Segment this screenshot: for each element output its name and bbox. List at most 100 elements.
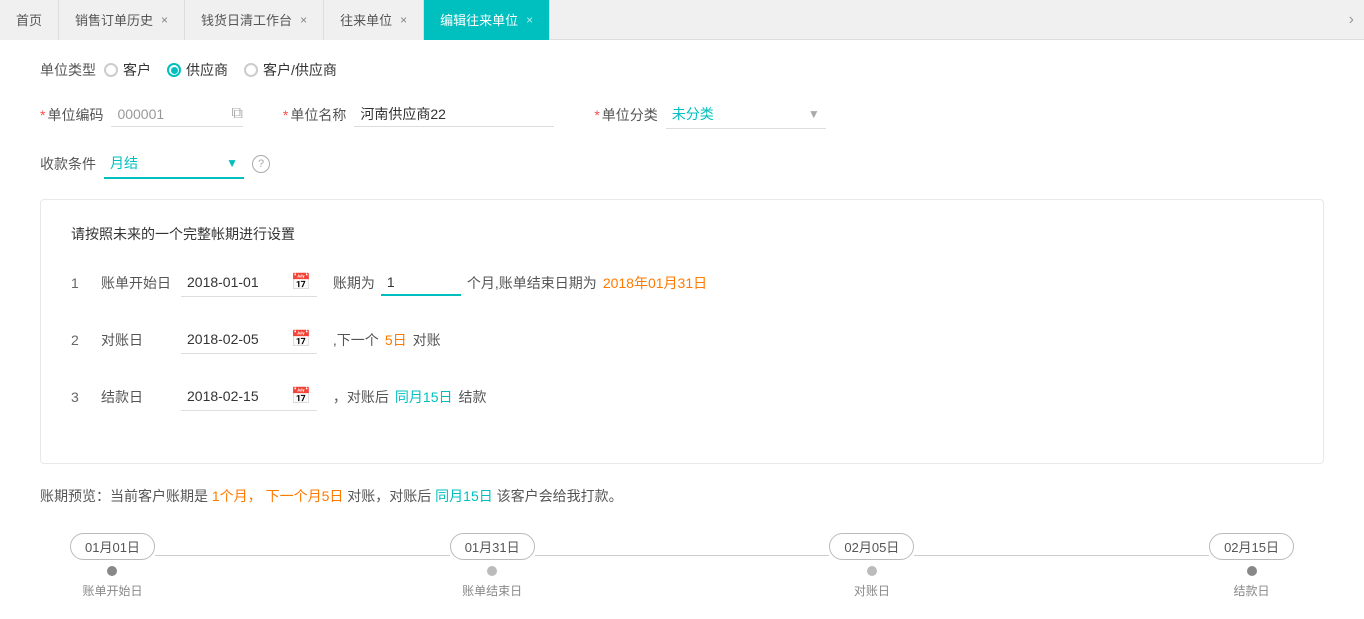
- close-cash-tab-icon[interactable]: ×: [300, 13, 307, 27]
- row-label-1: 账单开始日: [101, 273, 181, 293]
- close-edit-tab-icon[interactable]: ×: [526, 13, 533, 27]
- payment-prefix: ，对账后: [333, 387, 389, 407]
- reconcile-date-input[interactable]: [187, 331, 287, 347]
- radio-customer[interactable]: 客户: [104, 60, 151, 80]
- row-num-3: 3: [71, 389, 101, 405]
- timeline-sub-3: 对账日: [854, 582, 890, 599]
- timeline-node-3: 02月05日 对账日: [829, 533, 914, 599]
- unit-code-group: * 单位编码 ⧉: [40, 102, 243, 127]
- unit-name-required: *: [283, 107, 288, 123]
- tab-cash-label: 钱货日清工作台: [201, 10, 292, 29]
- end-date-highlight: 2018年01月31日: [603, 273, 707, 293]
- unit-info-row: * 单位编码 ⧉ * 单位名称 * 单位分类 未分类 ▼: [40, 100, 1324, 129]
- radio-both-label: 客户/供应商: [263, 60, 337, 80]
- unit-category-required: *: [594, 107, 599, 123]
- unit-name-input[interactable]: [354, 102, 554, 127]
- row-num-2: 2: [71, 332, 101, 348]
- period-unit: 个月,账单结束日期为: [467, 273, 597, 293]
- timeline-label-1: 01月01日: [70, 533, 155, 560]
- settings-row-2: 2 对账日 📅 ,下一个 5日 对账: [71, 325, 1293, 354]
- row-label-2: 对账日: [101, 330, 181, 350]
- preview-section: 账期预览：当前客户账期是 1个月， 下一个月5日 对账，对账后 同月15日 该客…: [40, 484, 1324, 509]
- tab-bar: 首页 销售订单历史 × 钱货日清工作台 × 往来单位 × 编辑往来单位 × ›: [0, 0, 1364, 40]
- period-input[interactable]: [381, 270, 461, 296]
- preview-reconcile-day: 下一个月5日: [266, 488, 344, 504]
- tab-overflow-arrow[interactable]: ›: [1339, 11, 1364, 29]
- timeline-node-2: 01月31日 账单结束日: [450, 533, 535, 599]
- payment-date-input-group: 📅: [181, 382, 317, 411]
- radio-supplier-label: 供应商: [186, 60, 228, 80]
- unit-code-input[interactable]: [111, 102, 231, 126]
- radio-supplier[interactable]: 供应商: [167, 60, 228, 80]
- tab-sales-order-history[interactable]: 销售订单历史 ×: [59, 0, 185, 40]
- timeline-node-4: 02月15日 结款日: [1209, 533, 1294, 599]
- payment-terms-label: 收款条件: [40, 154, 96, 174]
- preview-mid: 对账，对账后: [347, 488, 431, 504]
- payment-terms-select[interactable]: 月结 ▼: [104, 149, 244, 179]
- timeline-sub-1: 账单开始日: [82, 582, 142, 599]
- tab-partner-units[interactable]: 往来单位 ×: [324, 0, 424, 40]
- unit-name-label: 单位名称: [290, 105, 346, 125]
- reconcile-date-input-group: 📅: [181, 325, 317, 354]
- radio-group: 客户 供应商 客户/供应商: [104, 60, 337, 80]
- start-date-calendar-icon[interactable]: 📅: [291, 272, 311, 292]
- settings-panel: 请按照未来的一个完整帐期进行设置 1 账单开始日 📅 账期为 个月,账单结束日期…: [40, 199, 1324, 464]
- payment-date-calendar-icon[interactable]: 📅: [291, 386, 311, 406]
- unit-category-arrow-icon: ▼: [808, 107, 820, 121]
- tab-partner-label: 往来单位: [340, 10, 392, 29]
- unit-category-group: * 单位分类 未分类 ▼: [594, 100, 825, 129]
- payment-terms-group: 收款条件 月结 ▼ ?: [40, 149, 270, 179]
- radio-customer-circle: [104, 63, 118, 77]
- close-sales-tab-icon[interactable]: ×: [161, 13, 168, 27]
- help-icon[interactable]: ?: [252, 155, 270, 173]
- timeline-label-4: 02月15日: [1209, 533, 1294, 560]
- unit-type-group: 单位类型 客户 供应商 客户/供应商: [40, 60, 337, 80]
- tab-cash-work[interactable]: 钱货日清工作台 ×: [185, 0, 324, 40]
- timeline-line-1: [155, 555, 450, 556]
- timeline-line-2: [535, 555, 830, 556]
- unit-category-value: 未分类: [672, 104, 802, 124]
- preview-label: 账期预览：当前客户账期是: [40, 488, 208, 504]
- unit-type-row: 单位类型 客户 供应商 客户/供应商: [40, 60, 1324, 80]
- tab-home-label: 首页: [16, 10, 42, 29]
- row-num-1: 1: [71, 275, 101, 291]
- reconcile-date-calendar-icon[interactable]: 📅: [291, 329, 311, 349]
- unit-name-group: * 单位名称: [283, 102, 554, 127]
- unit-type-label: 单位类型: [40, 60, 96, 80]
- row-label-3: 结款日: [101, 387, 181, 407]
- reconcile-prefix: ,下一个: [333, 330, 379, 350]
- timeline-dot-1: [107, 566, 117, 576]
- close-partner-tab-icon[interactable]: ×: [400, 13, 407, 27]
- start-date-input[interactable]: [187, 274, 287, 290]
- copy-icon[interactable]: ⧉: [231, 105, 242, 123]
- unit-category-select[interactable]: 未分类 ▼: [666, 100, 826, 129]
- settings-row-1: 1 账单开始日 📅 账期为 个月,账单结束日期为 2018年01月31日: [71, 268, 1293, 297]
- payment-day-highlight: 同月15日: [395, 387, 453, 407]
- timeline-container: 01月01日 账单开始日 01月31日 账单结束日 02月05日 对账日: [70, 533, 1294, 599]
- payment-suffix: 结款: [459, 387, 487, 407]
- reconcile-suffix: 对账: [413, 330, 441, 350]
- reconcile-day-highlight: 5日: [385, 330, 407, 350]
- timeline-node-1: 01月01日 账单开始日: [70, 533, 155, 599]
- preview-payment-day: 同月15日: [435, 488, 493, 504]
- payment-terms-row: 收款条件 月结 ▼ ?: [40, 149, 1324, 179]
- unit-category-label: 单位分类: [602, 105, 658, 125]
- tab-home[interactable]: 首页: [0, 0, 59, 40]
- payment-terms-value: 月结: [110, 153, 220, 173]
- main-content: 单位类型 客户 供应商 客户/供应商 * 单位编码: [0, 40, 1364, 619]
- payment-date-input[interactable]: [187, 388, 287, 404]
- timeline-sub-2: 账单结束日: [462, 582, 522, 599]
- radio-both[interactable]: 客户/供应商: [244, 60, 337, 80]
- radio-supplier-circle: [167, 63, 181, 77]
- timeline-line-3: [914, 555, 1209, 556]
- unit-code-input-wrapper: ⧉: [111, 102, 242, 127]
- tab-edit-partner[interactable]: 编辑往来单位 ×: [424, 0, 550, 40]
- tab-edit-label: 编辑往来单位: [440, 10, 518, 29]
- unit-code-label: 单位编码: [47, 105, 103, 125]
- payment-terms-arrow-icon: ▼: [226, 156, 238, 170]
- preview-suffix: 该客户会给我打款。: [497, 488, 623, 504]
- timeline-dot-2: [487, 566, 497, 576]
- panel-title: 请按照未来的一个完整帐期进行设置: [71, 224, 1293, 244]
- radio-both-circle: [244, 63, 258, 77]
- tab-sales-label: 销售订单历史: [75, 10, 153, 29]
